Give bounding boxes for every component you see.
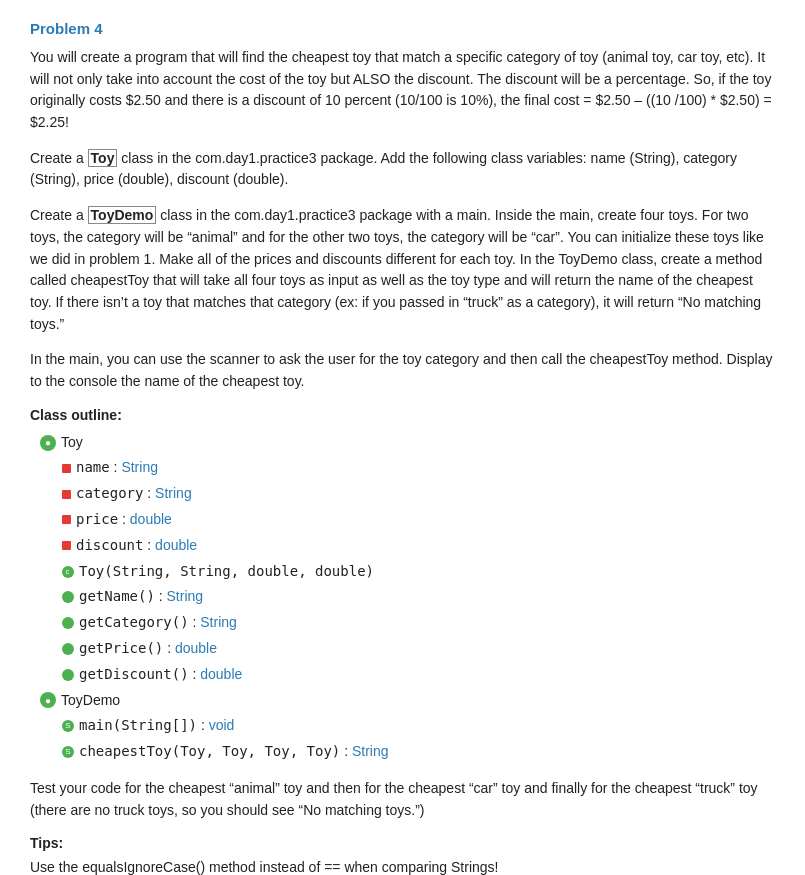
toy-field-icon-4 — [62, 541, 71, 550]
toy-field-icon-3 — [62, 515, 71, 524]
tips-text: Use the equalsIgnoreCase() method instea… — [30, 857, 775, 875]
toy-field-category-row: category : String — [62, 482, 775, 506]
toy-field-icon-1 — [62, 464, 71, 473]
toy-class-icon: ● — [40, 435, 56, 451]
tips-heading: Tips: — [30, 835, 775, 851]
paragraph-2: Create a Toy class in the com.day1.pract… — [30, 148, 775, 191]
toy-constructor-row: c Toy(String, String, double, double) — [62, 560, 775, 584]
toydemo-cheapesttoy-icon: S — [62, 746, 74, 758]
toydemo-class-icon: ● — [40, 692, 56, 708]
toydemo-class-row: ● ToyDemo — [40, 689, 775, 713]
class-outline-heading: Class outline: — [30, 407, 775, 423]
paragraph-2-pre: Create a — [30, 150, 88, 166]
toy-field-category-label: category : String — [76, 482, 192, 506]
paragraph-4: In the main, you can use the scanner to … — [30, 349, 775, 392]
toydemo-main-row: S main(String[]) : void — [62, 714, 775, 738]
toy-getcategory-icon — [62, 617, 74, 629]
test-paragraph: Test your code for the cheapest “animal”… — [30, 778, 775, 821]
toydemo-main-icon: S — [62, 720, 74, 732]
toydemo-class-name: ToyDemo — [61, 689, 120, 713]
paragraph-1: You will create a program that will find… — [30, 47, 775, 134]
toy-getprice-row: getPrice() : double — [62, 637, 775, 661]
toy-field-price-row: price : double — [62, 508, 775, 532]
toy-getdiscount-label: getDiscount() : double — [79, 663, 242, 687]
toy-class-row: ● Toy — [40, 431, 775, 455]
toy-getdiscount-icon — [62, 669, 74, 681]
toy-getcategory-label: getCategory() : String — [79, 611, 237, 635]
toy-class-name: Toy — [61, 431, 83, 455]
toy-field-price-label: price : double — [76, 508, 172, 532]
toy-field-discount-label: discount : double — [76, 534, 197, 558]
toy-getdiscount-row: getDiscount() : double — [62, 663, 775, 687]
paragraph-3: Create a ToyDemo class in the com.day1.p… — [30, 205, 775, 335]
toydemo-cheapesttoy-row: S cheapestToy(Toy, Toy, Toy, Toy) : Stri… — [62, 740, 775, 764]
toy-highlight: Toy — [88, 149, 118, 167]
toydemo-main-label: main(String[]) : void — [79, 714, 234, 738]
toy-field-name-row: name : String — [62, 456, 775, 480]
toy-getprice-icon — [62, 643, 74, 655]
toy-field-discount-row: discount : double — [62, 534, 775, 558]
toy-getname-label: getName() : String — [79, 585, 203, 609]
toy-constructor-icon: c — [62, 566, 74, 578]
toy-constructor-label: Toy(String, String, double, double) — [79, 560, 374, 584]
toy-field-icon-2 — [62, 490, 71, 499]
paragraph-3-post: class in the com.day1.practice3 package … — [30, 207, 764, 331]
toydemo-highlight: ToyDemo — [88, 206, 157, 224]
toy-getcategory-row: getCategory() : String — [62, 611, 775, 635]
toy-field-name-label: name : String — [76, 456, 158, 480]
toy-getprice-label: getPrice() : double — [79, 637, 217, 661]
toy-getname-icon — [62, 591, 74, 603]
toydemo-cheapesttoy-label: cheapestToy(Toy, Toy, Toy, Toy) : String — [79, 740, 389, 764]
paragraph-2-post: class in the com.day1.practice3 package.… — [30, 150, 737, 188]
toy-getname-row: getName() : String — [62, 585, 775, 609]
problem-title: Problem 4 — [30, 20, 775, 37]
paragraph-3-pre: Create a — [30, 207, 88, 223]
class-outline: ● Toy name : String category : String pr… — [40, 431, 775, 764]
